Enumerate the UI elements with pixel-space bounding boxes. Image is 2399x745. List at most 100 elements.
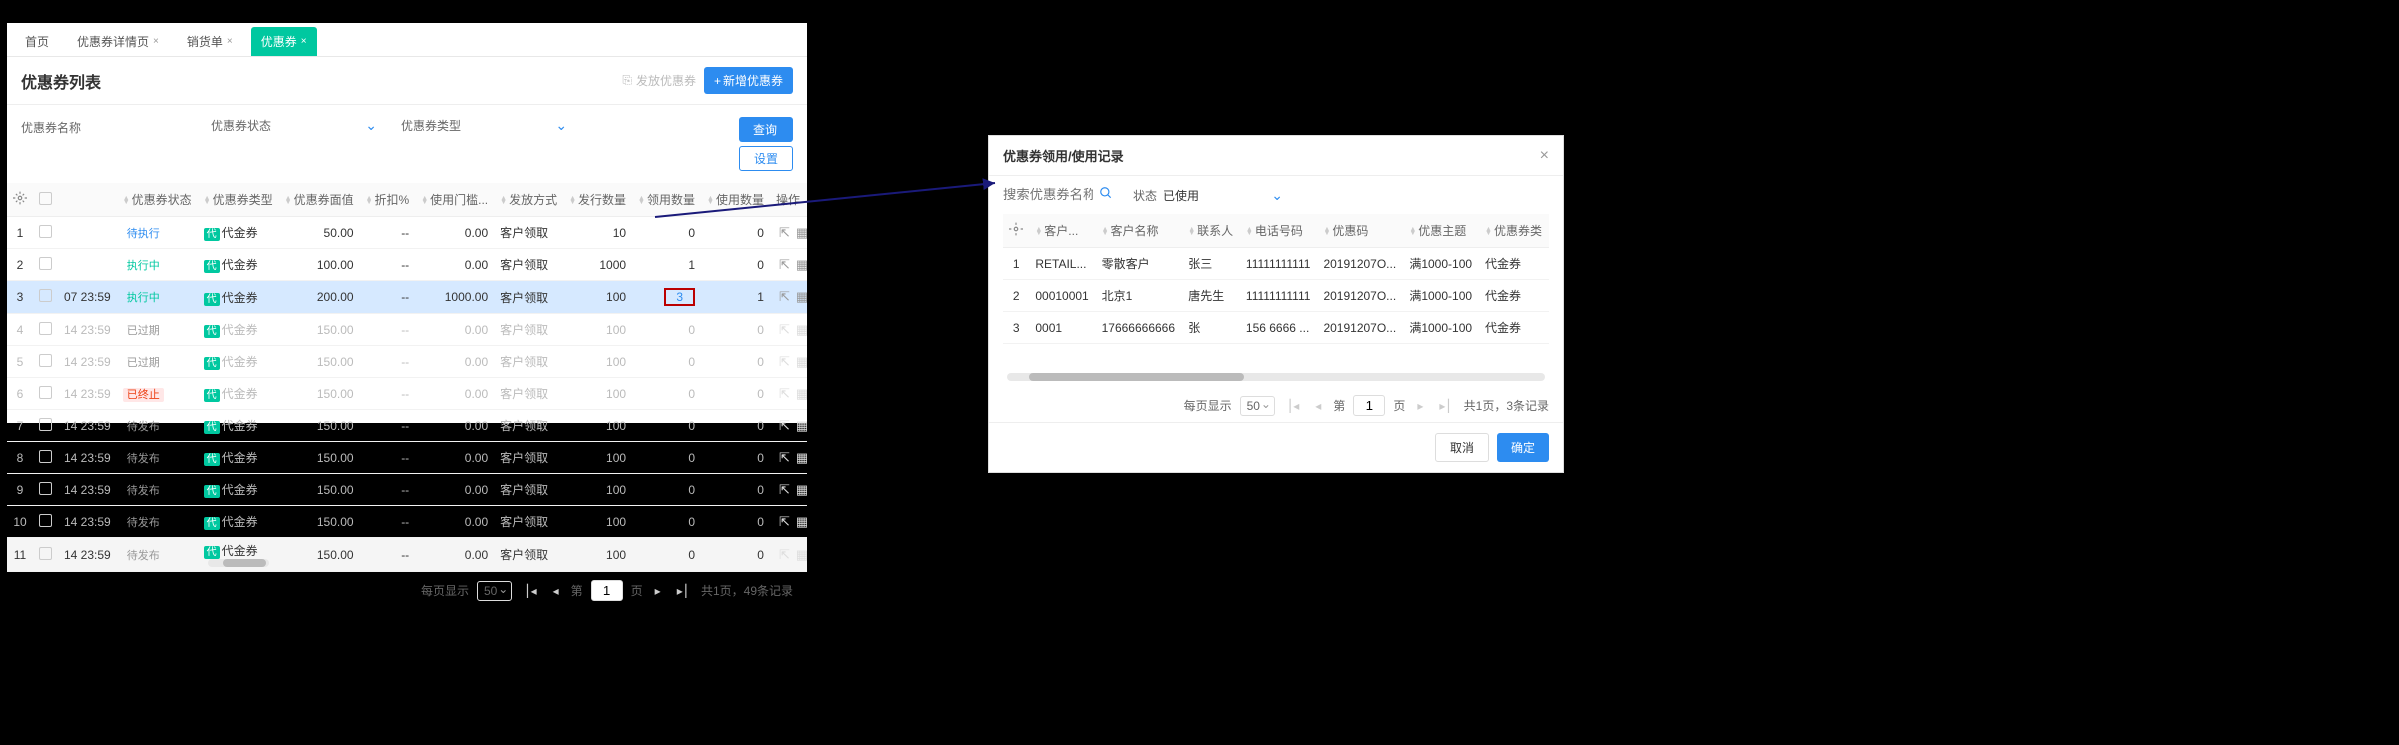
table-row[interactable]: 3 0001 17666666666 张 156 6666 ... 201912… [1003,312,1549,344]
prev-page-icon[interactable]: ◂ [549,584,563,598]
qr-icon[interactable]: ▦ [796,547,807,562]
column-header[interactable]: ▲▼优惠券类型 [198,183,279,217]
close-icon[interactable]: × [227,36,233,47]
qr-icon[interactable]: ▦ [796,482,807,497]
column-header[interactable]: ▲▼优惠码 [1317,214,1403,248]
next-page-icon[interactable]: ▸ [651,584,665,598]
column-header[interactable]: ▲▼客户... [1029,214,1095,248]
next-page-icon[interactable]: ▸ [1413,399,1427,413]
qr-icon[interactable]: ▦ [796,418,807,433]
tab-2[interactable]: 销货单× [177,27,243,56]
close-icon[interactable]: × [1540,147,1549,165]
qr-icon[interactable]: ▦ [796,322,807,337]
open-icon[interactable]: ⇱ [779,450,790,465]
filter-name-input[interactable] [87,117,187,137]
checkbox[interactable] [39,289,52,302]
filter-status-select[interactable]: ⌄ [277,117,377,134]
table-row[interactable]: 1 RETAIL... 零散客户 张三 11111111111 20191207… [1003,248,1549,280]
table-scrollbar[interactable] [208,559,269,567]
column-header[interactable] [33,183,58,217]
column-header[interactable]: ▲▼领用数量 [632,183,701,217]
last-page-icon[interactable]: ▸⎮ [673,584,693,598]
modal-status-select[interactable]: 已使用 ⌄ [1163,187,1283,204]
table-row[interactable]: 5 14 23:59 已过期 代代金券 150.00 -- 0.00 客户领取 … [7,346,807,378]
checkbox-all[interactable] [39,192,52,205]
tab-0[interactable]: 首页 [15,27,59,56]
checkbox[interactable] [39,418,52,431]
open-icon[interactable]: ⇱ [779,354,790,369]
modal-page-input[interactable] [1353,395,1385,416]
table-row[interactable]: 8 14 23:59 待发布 代代金券 150.00 -- 0.00 客户领取 … [7,442,807,474]
gear-icon[interactable] [13,191,27,205]
table-row[interactable]: 9 14 23:59 待发布 代代金券 150.00 -- 0.00 客户领取 … [7,474,807,506]
qr-icon[interactable]: ▦ [796,450,807,465]
column-header[interactable]: 操作 [770,183,807,217]
open-icon[interactable]: ⇱ [779,225,790,240]
checkbox[interactable] [39,257,52,270]
column-header[interactable]: ▲▼电话号码 [1240,214,1318,248]
column-header[interactable]: ▲▼优惠券状态 [117,183,198,217]
prev-page-icon[interactable]: ◂ [1311,399,1325,413]
open-icon[interactable]: ⇱ [779,482,790,497]
first-page-icon[interactable]: ⎮◂ [520,584,540,598]
checkbox[interactable] [39,514,52,527]
tab-3[interactable]: 优惠券× [251,27,317,56]
table-row[interactable]: 3 07 23:59 执行中 代代金券 200.00 -- 1000.00 客户… [7,281,807,314]
open-icon[interactable]: ⇱ [779,418,790,433]
checkbox[interactable] [39,482,52,495]
column-header[interactable]: ▲▼折扣% [360,183,416,217]
first-page-icon[interactable]: ⎮◂ [1283,399,1303,413]
column-header[interactable]: ▲▼客户名称 [1096,214,1183,248]
close-icon[interactable]: × [153,36,159,47]
table-row[interactable]: 10 14 23:59 待发布 代代金券 150.00 -- 0.00 客户领取… [7,506,807,538]
gear-icon[interactable] [1009,222,1023,236]
checkbox[interactable] [39,322,52,335]
query-button[interactable]: 查询 [739,117,793,142]
checkbox[interactable] [39,547,52,560]
checkbox[interactable] [39,225,52,238]
checkbox[interactable] [39,354,52,367]
table-row[interactable]: 6 14 23:59 已终止 代代金券 150.00 -- 0.00 客户领取 … [7,378,807,410]
column-header[interactable]: ▲▼使用门槛... [415,183,494,217]
column-header[interactable] [58,183,117,217]
filter-type-select[interactable]: ⌄ [467,117,567,134]
claimed-link[interactable]: 3 [664,288,695,306]
column-header[interactable] [1003,214,1029,248]
qr-icon[interactable]: ▦ [796,257,807,272]
cancel-button[interactable]: 取消 [1435,433,1489,462]
table-row[interactable]: 11 14 23:59 待发布 代代金券 150.00 -- 0.00 客户领取… [7,538,807,572]
column-header[interactable] [7,183,33,217]
page-input[interactable] [591,580,623,601]
open-icon[interactable]: ⇱ [779,386,790,401]
qr-icon[interactable]: ▦ [796,354,807,369]
open-icon[interactable]: ⇱ [779,514,790,529]
column-header[interactable]: ▲▼联系人 [1182,214,1240,248]
column-header[interactable]: ▲▼优惠券类 [1479,214,1549,248]
column-header[interactable]: ▲▼发行数量 [563,183,632,217]
modal-per-page-select[interactable]: 50 [1240,396,1275,416]
qr-icon[interactable]: ▦ [796,386,807,401]
checkbox[interactable] [39,386,52,399]
search-input[interactable] [1003,187,1093,202]
open-icon[interactable]: ⇱ [779,289,790,304]
checkbox[interactable] [39,450,52,463]
table-row[interactable]: 2 00010001 北京1 唐先生 11111111111 20191207O… [1003,280,1549,312]
per-page-select[interactable]: 50 [477,581,512,601]
confirm-button[interactable]: 确定 [1497,433,1549,462]
table-row[interactable]: 2 执行中 代代金券 100.00 -- 0.00 客户领取 1000 1 0 … [7,249,807,281]
column-header[interactable]: ▲▼优惠券面值 [279,183,360,217]
modal-scrollbar[interactable] [1007,373,1545,381]
qr-icon[interactable]: ▦ [796,225,807,240]
column-header[interactable]: ▲▼使用数量 [701,183,770,217]
table-row[interactable]: 1 待执行 代代金券 50.00 -- 0.00 客户领取 10 0 0 ⇱▦ [7,217,807,249]
tab-1[interactable]: 优惠券详情页× [67,27,169,56]
open-icon[interactable]: ⇱ [779,547,790,562]
column-header[interactable]: ▲▼发放方式 [494,183,563,217]
settings-button[interactable]: 设置 [739,146,793,171]
open-icon[interactable]: ⇱ [779,322,790,337]
column-header[interactable]: ▲▼优惠主题 [1403,214,1479,248]
qr-icon[interactable]: ▦ [796,514,807,529]
close-icon[interactable]: × [301,36,307,47]
add-coupon-button[interactable]: + 新增优惠券 [704,67,793,94]
last-page-icon[interactable]: ▸⎮ [1435,399,1455,413]
